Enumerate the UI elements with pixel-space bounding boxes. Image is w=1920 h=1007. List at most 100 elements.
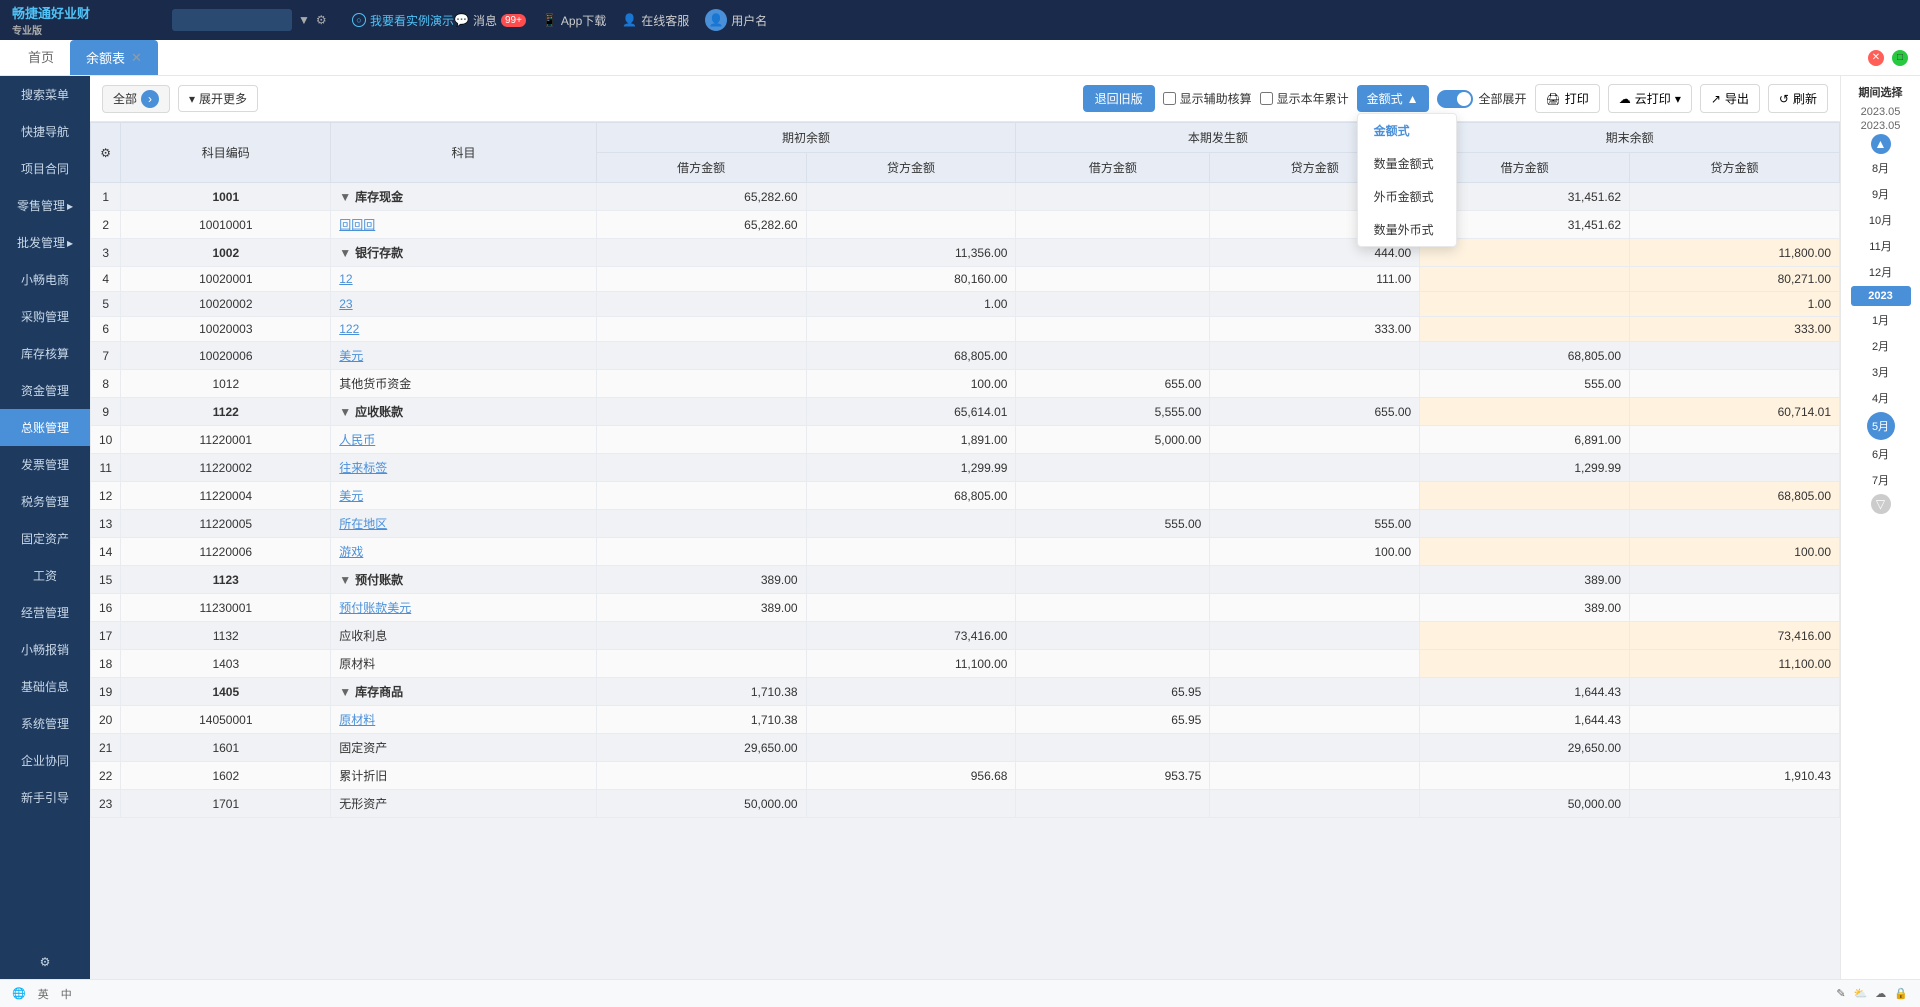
period-item-4[interactable]: 4月 [1851, 386, 1911, 410]
expand-more-btn[interactable]: ▾ 展开更多 [178, 85, 258, 112]
sidebar-item-newbie[interactable]: 新手引导 [0, 779, 90, 816]
period-item-1[interactable]: 1月 [1851, 308, 1911, 332]
sidebar-item-fixed-assets[interactable]: 固定资产 [0, 520, 90, 557]
main-layout: 搜索菜单 快捷导航 项目合同 零售管理 ▸ 批发管理 ▸ 小畅电商 采购管理 库… [0, 76, 1920, 979]
app-download-btn[interactable]: 📱 App下载 [542, 12, 606, 29]
sidebar-item-project[interactable]: 项目合同 [0, 150, 90, 187]
dropdown-item-foreign-amount[interactable]: 外币金额式 [1358, 180, 1456, 213]
settings-icon[interactable]: ⚙ [316, 13, 327, 27]
period-item-7[interactable]: 7月 [1851, 468, 1911, 492]
sidebar-item-retail[interactable]: 零售管理 ▸ [0, 187, 90, 224]
period-item-8[interactable]: 8月 [1851, 156, 1911, 180]
status-lang-en[interactable]: 英 [38, 986, 49, 1002]
table-row: 1211220004美元68,805.0068,805.00 [91, 482, 1840, 510]
table-row: 4100200011280,160.00111.0080,271.00 [91, 267, 1840, 292]
show-ytd-checkbox[interactable]: 显示本年累计 [1260, 90, 1349, 107]
sidebar-item-system[interactable]: 系统管理 [0, 705, 90, 742]
status-right: ✎ ⛅ ☁ 🔒 [1836, 987, 1908, 1000]
expand-all-toggle[interactable]: 全部展开 [1437, 90, 1527, 108]
cloud-print-btn[interactable]: ☁ 云打印 ▾ [1608, 84, 1692, 113]
period-item-9[interactable]: 9月 [1851, 182, 1911, 206]
window-max-btn[interactable]: □ [1892, 50, 1908, 66]
tab-balance[interactable]: 余额表 ✕ [70, 40, 158, 75]
period-item-5[interactable]: 5月 [1867, 412, 1895, 440]
auxiliary-checkbox-input[interactable] [1163, 92, 1176, 105]
cloud-icon: ☁ [1619, 92, 1631, 106]
table-row: 231701无形资产50,000.0050,000.00 [91, 790, 1840, 818]
period-item-11[interactable]: 11月 [1851, 234, 1911, 258]
chevron-up-icon: ▲ [1407, 92, 1419, 106]
dropdown-item-amount[interactable]: 金额式 [1358, 114, 1456, 147]
status-icon-4[interactable]: 🔒 [1894, 987, 1908, 1000]
col-header-closing: 期末余额 [1420, 123, 1840, 153]
message-icon: 💬 [454, 13, 469, 27]
dropdown-item-quantity-foreign[interactable]: 数量外币式 [1358, 213, 1456, 246]
breadcrumb-arrow-btn[interactable]: › [141, 90, 159, 108]
period-item-2[interactable]: 2月 [1851, 334, 1911, 358]
period-up-btn[interactable]: ▲ [1871, 134, 1891, 154]
tab-home[interactable]: 首页 [12, 39, 70, 76]
right-panel: 期间选择 2023.05 2023.05 ▲ 8月 9月 10月 11月 12月… [1840, 76, 1920, 979]
sidebar-item-operations[interactable]: 经营管理 [0, 594, 90, 631]
app-name: 畅捷通好业财 [12, 3, 90, 22]
sidebar-item-basic-info[interactable]: 基础信息 [0, 668, 90, 705]
chevron-down-icon: ▾ [1675, 92, 1681, 106]
period-item-12[interactable]: 12月 [1851, 260, 1911, 284]
sidebar-item-search[interactable]: 搜索菜单 [0, 76, 90, 113]
online-service-btn[interactable]: 👤 在线客服 [622, 12, 689, 29]
status-icon-3[interactable]: ☁ [1875, 987, 1886, 1000]
col-header-opening: 期初余额 [596, 123, 1016, 153]
sidebar-item-invoice[interactable]: 发票管理 [0, 446, 90, 483]
status-icon-1[interactable]: ✎ [1836, 987, 1845, 1000]
sidebar-item-salary[interactable]: 工资 [0, 557, 90, 594]
period-down-btn[interactable]: ▽ [1871, 494, 1891, 514]
ytd-checkbox-input[interactable] [1260, 92, 1273, 105]
breadcrumb: 全部 › [102, 85, 170, 113]
status-icon-2[interactable]: ⛅ [1854, 987, 1868, 1000]
sidebar-item-coop[interactable]: 企业协同 [0, 742, 90, 779]
table-row: 610020003122333.00333.00 [91, 317, 1840, 342]
sidebar-item-wholesale[interactable]: 批发管理 ▸ [0, 224, 90, 261]
chevron-down-icon: ▾ [189, 92, 195, 106]
tab-bar: 首页 余额表 ✕ ✕ □ [0, 40, 1920, 76]
sidebar-item-expense[interactable]: 小畅报销 [0, 631, 90, 668]
toggle-switch-btn[interactable] [1437, 90, 1473, 108]
period-title: 期间选择 [1859, 84, 1903, 100]
sidebar-item-quicknav[interactable]: 快捷导航 [0, 113, 90, 150]
status-icon-translate[interactable]: 🌐 [12, 987, 26, 1000]
settings-icon[interactable]: ⚙ [100, 146, 111, 160]
sidebar-item-tax[interactable]: 税务管理 [0, 483, 90, 520]
sidebar-item-ecommerce[interactable]: 小畅电商 [0, 261, 90, 298]
sidebar-item-purchase[interactable]: 采购管理 [0, 298, 90, 335]
col-header-name: 科目 [331, 123, 596, 183]
print-btn[interactable]: 🖨 打印 [1535, 84, 1600, 113]
period-item-10[interactable]: 10月 [1851, 208, 1911, 232]
sidebar-item-fund[interactable]: 资金管理 [0, 372, 90, 409]
company-selector[interactable]: ▼ ⚙ [172, 9, 352, 31]
export-btn[interactable]: ↗ 导出 [1700, 84, 1760, 113]
col-header-closing-credit: 贷方金额 [1630, 153, 1840, 183]
sidebar-item-ledger[interactable]: 总账管理 [0, 409, 90, 446]
table-row: 151123▼预付账款389.00389.00 [91, 566, 1840, 594]
dropdown-item-quantity-amount[interactable]: 数量金额式 [1358, 147, 1456, 180]
user-avatar[interactable]: 👤 用户名 [705, 9, 767, 31]
show-auxiliary-checkbox[interactable]: 显示辅助核算 [1163, 90, 1252, 107]
messages-btn[interactable]: 💬 消息 99+ [454, 12, 526, 29]
sidebar: 搜索菜单 快捷导航 项目合同 零售管理 ▸ 批发管理 ▸ 小畅电商 采购管理 库… [0, 76, 90, 979]
table-row: 91122▼应收账款65,614.015,555.00655.0060,714.… [91, 398, 1840, 426]
sidebar-item-inventory[interactable]: 库存核算 [0, 335, 90, 372]
gear-icon: ⚙ [40, 955, 51, 969]
chevron-down-icon[interactable]: ▼ [298, 13, 310, 27]
demo-link[interactable]: ○ 我要看实例演示 [352, 12, 454, 29]
table-row: 181403原材料11,100.0011,100.00 [91, 650, 1840, 678]
refresh-btn[interactable]: ↺ 刷新 [1768, 84, 1828, 113]
sidebar-settings-btn[interactable]: ⚙ [0, 945, 90, 979]
window-close-btn[interactable]: ✕ [1868, 50, 1884, 66]
mode-btn[interactable]: 金额式 ▲ [1357, 85, 1429, 112]
col-header-settings[interactable]: ⚙ [91, 123, 121, 183]
tab-close-icon[interactable]: ✕ [131, 50, 142, 66]
period-item-3[interactable]: 3月 [1851, 360, 1911, 384]
back-old-version-btn[interactable]: 退回旧版 [1083, 85, 1155, 112]
table-area: ⚙ 科目编码 科目 期初余额 本期发生额 期末余额 借方金额 贷方金额 借方金额… [90, 122, 1840, 979]
period-item-6[interactable]: 6月 [1851, 442, 1911, 466]
